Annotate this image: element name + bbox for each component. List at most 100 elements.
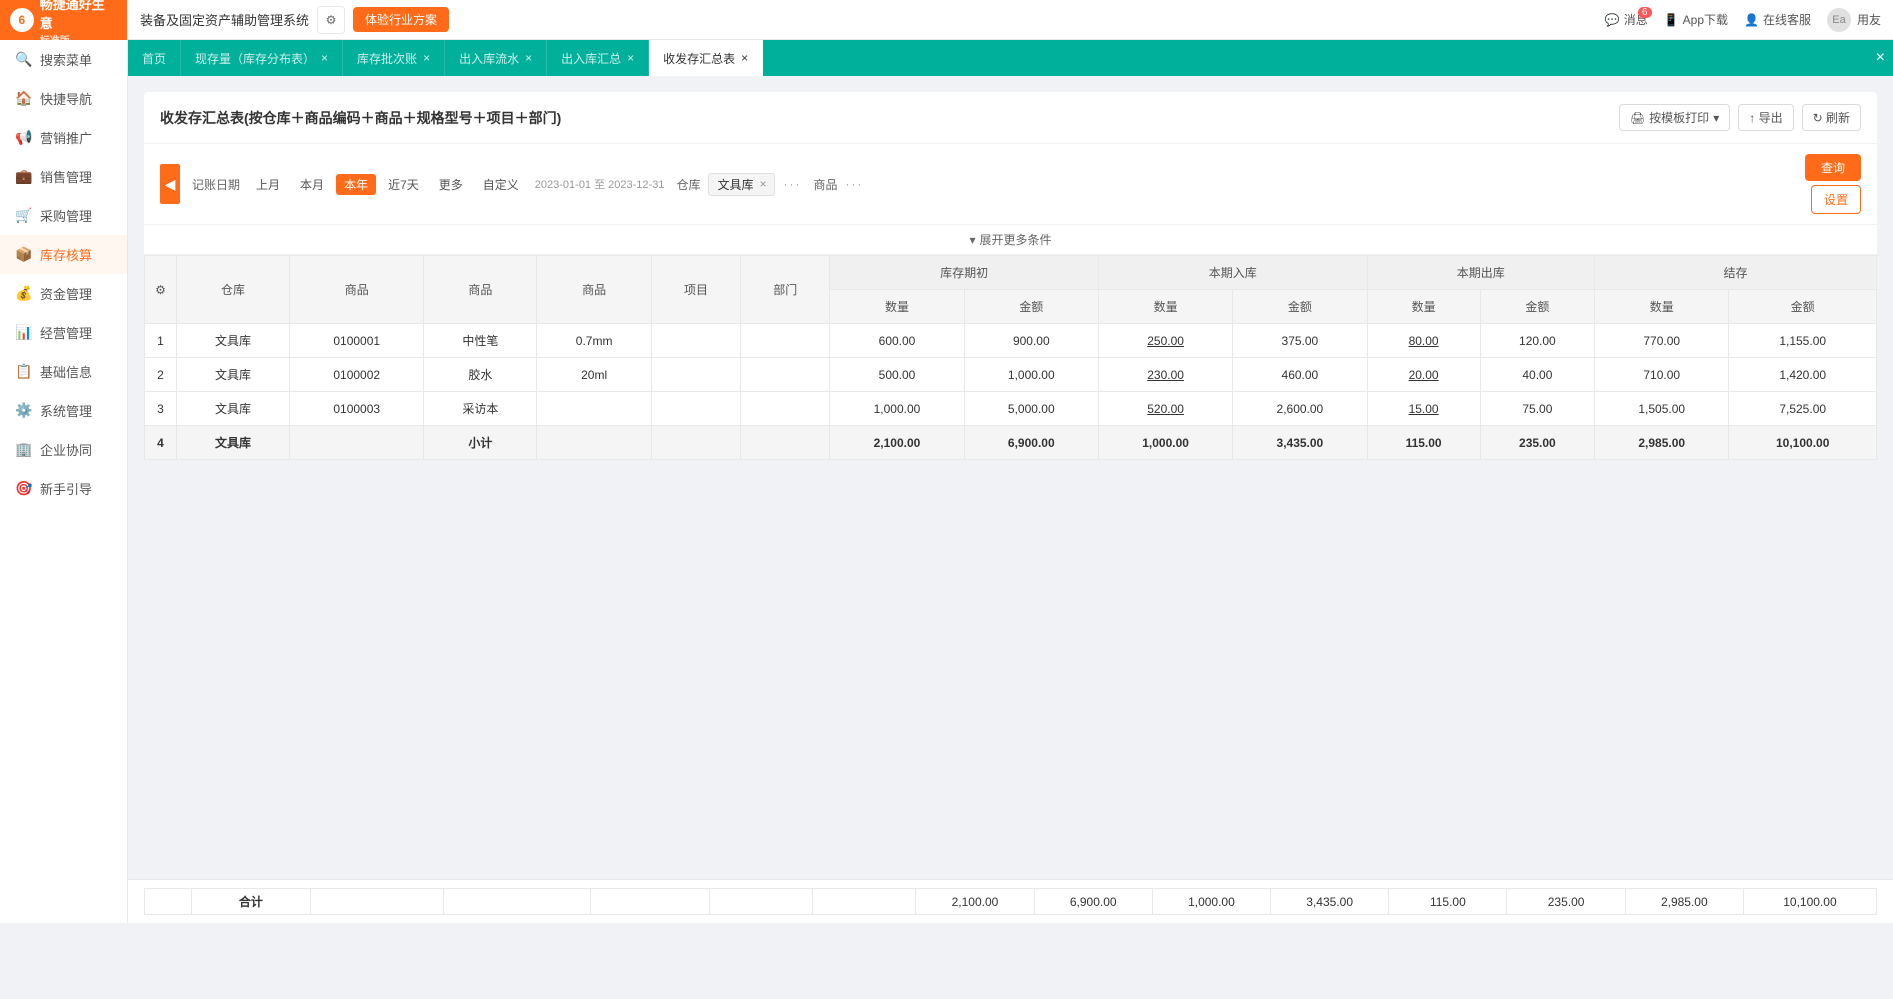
date-btn-last-month[interactable]: 上月 <box>248 174 288 195</box>
row-bal-qty: 770.00 <box>1595 324 1729 358</box>
tab-close-icon[interactable]: × <box>741 52 748 64</box>
system-title: 装备及固定资产辅助管理系统 <box>140 10 309 29</box>
total-bal-qty: 2,985.00 <box>1625 889 1743 915</box>
message-btn[interactable]: 💬 消息 6 <box>1605 11 1648 28</box>
avatar: Ea <box>1827 8 1851 32</box>
row-warehouse: 文具库 <box>177 358 290 392</box>
header-left: 装备及固定资产辅助管理系统 ⚙ 体验行业方案 <box>140 6 449 34</box>
sidebar-item-marketing[interactable]: 📢 营销推广 <box>0 118 127 157</box>
tab-close-icon[interactable]: × <box>525 52 532 64</box>
row-in-amt: 3,435.00 <box>1233 426 1367 460</box>
sidebar-item-basic[interactable]: 📋 基础信息 <box>0 352 127 391</box>
row-out-amt: 235.00 <box>1480 426 1594 460</box>
row-no: 4 <box>145 426 177 460</box>
sidebar-item-system[interactable]: ⚙️ 系统管理 <box>0 391 127 430</box>
warehouse-tag-close[interactable]: × <box>759 177 766 191</box>
page-title: 收发存汇总表(按仓库＋商品编码＋商品＋规格型号＋项目＋部门) <box>160 108 561 128</box>
row-init-amt: 6,900.00 <box>964 426 1098 460</box>
table-body: 1文具库0100001中性笔0.7mm600.00900.00250.00375… <box>145 324 1877 460</box>
inventory-icon: 📦 <box>16 247 32 263</box>
date-btn-this-month[interactable]: 本月 <box>292 174 332 195</box>
refresh-icon: ↻ <box>1813 111 1823 125</box>
row-bal-qty: 1,505.00 <box>1595 392 1729 426</box>
sidebar-item-purchase[interactable]: 🛒 采购管理 <box>0 196 127 235</box>
tab-inout-flow[interactable]: 出入库流水 × <box>445 40 547 76</box>
date-btn-more[interactable]: 更多 <box>431 174 471 195</box>
row-project <box>651 392 740 426</box>
tab-bar-close[interactable]: × <box>1876 40 1893 76</box>
table-row: 4文具库小计2,100.006,900.001,000.003,435.0011… <box>145 426 1877 460</box>
date-btn-custom[interactable]: 自定义 <box>475 174 527 195</box>
export-button[interactable]: ↑ 导出 <box>1738 104 1793 131</box>
row-in-amt: 375.00 <box>1233 324 1367 358</box>
tab-inout-summary[interactable]: 出入库汇总 × <box>547 40 649 76</box>
sidebar-item-finance[interactable]: 💰 资金管理 <box>0 274 127 313</box>
goods-label: 商品 <box>813 176 837 193</box>
tab-inventory-distribution[interactable]: 现存量（库存分布表） × <box>181 40 343 76</box>
page-header: 收发存汇总表(按仓库＋商品编码＋商品＋规格型号＋项目＋部门) 🖨 按模板打印 ▾… <box>144 92 1877 144</box>
date-btn-this-year[interactable]: 本年 <box>336 174 376 195</box>
row-in-qty[interactable]: 230.00 <box>1098 358 1232 392</box>
tab-close-icon[interactable]: × <box>627 52 634 64</box>
tab-home-label: 首页 <box>142 50 166 67</box>
tab-stock-summary[interactable]: 收发存汇总表 × <box>649 40 763 76</box>
row-in-qty[interactable]: 250.00 <box>1098 324 1232 358</box>
row-out-qty[interactable]: 20.00 <box>1367 358 1480 392</box>
row-dept <box>741 426 830 460</box>
sidebar-item-inventory[interactable]: 📦 库存核算 <box>0 235 127 274</box>
sidebar-item-newbie[interactable]: 🎯 新手引导 <box>0 469 127 508</box>
warehouse-filter-row: 仓库 文具库 × ··· <box>676 173 801 196</box>
finance-icon: 💰 <box>16 286 32 302</box>
total-bal-amt: 10,100.00 <box>1743 889 1876 915</box>
row-project <box>651 358 740 392</box>
query-button[interactable]: 查询 <box>1805 154 1861 181</box>
header: 装备及固定资产辅助管理系统 ⚙ 体验行业方案 💬 消息 6 📱 App下载 👤 … <box>128 0 1893 40</box>
warehouse-dots[interactable]: ··· <box>783 177 801 191</box>
sidebar-item-enterprise[interactable]: 🏢 企业协同 <box>0 430 127 469</box>
search-icon: 🔍 <box>16 52 32 68</box>
tab-close-icon[interactable]: × <box>321 52 328 64</box>
close-all-icon[interactable]: × <box>1876 49 1885 67</box>
row-spec <box>537 392 651 426</box>
sidebar-item-label: 资金管理 <box>40 284 92 303</box>
th-in-stock: 本期入库 <box>1098 256 1367 290</box>
refresh-button[interactable]: ↻ 刷新 <box>1802 104 1861 131</box>
expand-button[interactable]: ▾ 展开更多条件 <box>969 231 1051 248</box>
row-dept <box>741 324 830 358</box>
row-in-qty[interactable]: 520.00 <box>1098 392 1232 426</box>
th-dept: 部门 <box>741 256 830 324</box>
settings-button[interactable]: ⚙ <box>317 6 345 34</box>
trial-button[interactable]: 体验行业方案 <box>353 7 449 32</box>
user-area[interactable]: Ea 用友 <box>1827 8 1881 32</box>
filter-toggle-button[interactable]: ◀ <box>160 164 180 204</box>
row-out-qty[interactable]: 80.00 <box>1367 324 1480 358</box>
tab-batch-account[interactable]: 库存批次账 × <box>343 40 445 76</box>
sidebar-item-label: 快捷导航 <box>40 89 92 108</box>
print-button[interactable]: 🖨 按模板打印 ▾ <box>1619 104 1730 131</box>
online-service-label: 在线客服 <box>1763 11 1811 28</box>
online-service-btn[interactable]: 👤 在线客服 <box>1744 11 1811 28</box>
total-empty4 <box>591 889 709 915</box>
th-project: 项目 <box>651 256 740 324</box>
settings-filter-button[interactable]: 设置 <box>1811 185 1861 214</box>
goods-dots[interactable]: ··· <box>846 177 864 191</box>
query-actions: 查询 设置 <box>1805 154 1861 214</box>
tab-home[interactable]: 首页 <box>128 40 181 76</box>
row-init-qty: 2,100.00 <box>830 426 964 460</box>
app-subtitle: 标准版 <box>40 32 117 47</box>
date-btn-7days[interactable]: 近7天 <box>380 174 427 195</box>
row-in-amt: 2,600.00 <box>1233 392 1367 426</box>
row-out-qty[interactable]: 15.00 <box>1367 392 1480 426</box>
export-icon: ↑ <box>1749 111 1755 125</box>
sidebar-item-operations[interactable]: 📊 经营管理 <box>0 313 127 352</box>
expand-label: 展开更多条件 <box>980 231 1052 248</box>
sidebar-item-label: 搜索菜单 <box>40 50 92 69</box>
tab-close-icon[interactable]: × <box>423 52 430 64</box>
row-bal-amt: 10,100.00 <box>1729 426 1877 460</box>
row-spec <box>537 426 651 460</box>
total-empty2 <box>310 889 443 915</box>
sidebar-item-quick[interactable]: 🏠 快捷导航 <box>0 79 127 118</box>
app-download-btn[interactable]: 📱 App下载 <box>1664 11 1728 28</box>
sidebar-item-sales[interactable]: 💼 销售管理 <box>0 157 127 196</box>
warehouse-label: 仓库 <box>676 176 700 193</box>
